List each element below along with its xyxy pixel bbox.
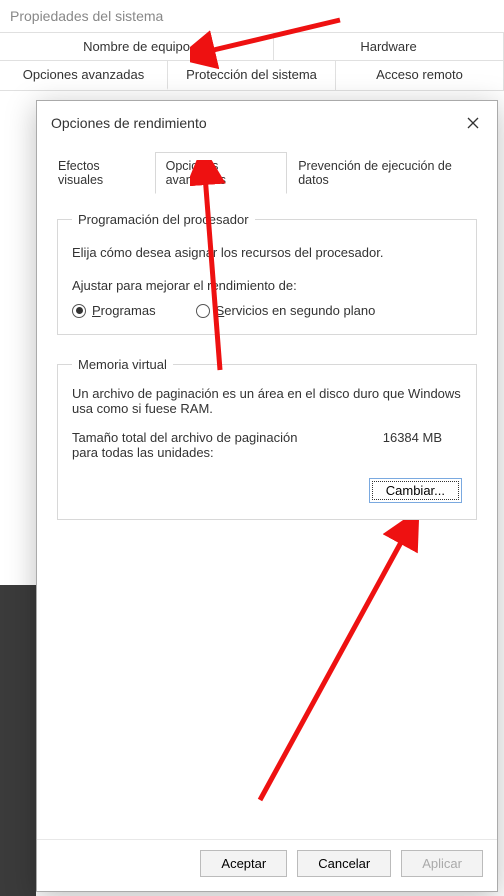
tab-computer-name[interactable]: Nombre de equipo xyxy=(0,33,274,60)
processor-scheduling-group: Programación del procesador Elija cómo d… xyxy=(57,212,477,335)
close-icon xyxy=(467,117,479,129)
radio-icon xyxy=(196,304,210,318)
window-title: Propiedades del sistema xyxy=(0,0,504,32)
vm-size-value: 16384 MB xyxy=(383,430,462,460)
virtual-memory-group: Memoria virtual Un archivo de paginación… xyxy=(57,357,477,520)
tabs-row-1: Nombre de equipo Hardware xyxy=(0,32,504,61)
cancel-button[interactable]: Cancelar xyxy=(297,850,391,877)
radio-icon xyxy=(72,304,86,318)
dialog-titlebar: Opciones de rendimiento xyxy=(37,101,497,143)
dialog-buttons: Aceptar Cancelar Aplicar xyxy=(37,839,497,891)
tab-remote[interactable]: Acceso remoto xyxy=(336,61,504,90)
dialog-title: Opciones de rendimiento xyxy=(51,115,207,131)
ok-button[interactable]: Aceptar xyxy=(200,850,287,877)
vm-desc: Un archivo de paginación es un área en e… xyxy=(72,386,462,416)
change-row: Cambiar... xyxy=(72,478,462,503)
close-button[interactable] xyxy=(461,111,485,135)
processor-radios: Programas Servicios en segundo plano xyxy=(72,303,462,318)
vm-group-legend: Memoria virtual xyxy=(72,357,173,372)
performance-options-dialog: Opciones de rendimiento Efectos visuales… xyxy=(36,100,498,892)
processor-group-legend: Programación del procesador xyxy=(72,212,255,227)
vm-size-row: Tamaño total del archivo de paginación p… xyxy=(72,430,462,460)
tab-dep[interactable]: Prevención de ejecución de datos xyxy=(287,152,487,194)
change-button-label: Cambiar... xyxy=(386,483,445,498)
radio-services-label: Servicios en segundo plano xyxy=(216,303,376,318)
tab-advanced-options[interactable]: Opciones avanzadas xyxy=(155,152,288,194)
tab-hardware[interactable]: Hardware xyxy=(274,33,504,60)
tab-protection[interactable]: Protección del sistema xyxy=(168,61,336,90)
radio-programs-label: Programas xyxy=(92,303,156,318)
background-strip xyxy=(0,585,36,896)
tab-advanced[interactable]: Opciones avanzadas xyxy=(0,61,168,90)
processor-desc: Elija cómo desea asignar los recursos de… xyxy=(72,245,462,260)
tab-visual-effects[interactable]: Efectos visuales xyxy=(47,152,155,194)
tabs-row-2: Opciones avanzadas Protección del sistem… xyxy=(0,61,504,91)
apply-button: Aplicar xyxy=(401,850,483,877)
radio-programs[interactable]: Programas xyxy=(72,303,156,318)
change-button[interactable]: Cambiar... xyxy=(369,478,462,503)
perf-tabs: Efectos visuales Opciones avanzadas Prev… xyxy=(47,151,487,194)
processor-adjust-label: Ajustar para mejorar el rendimiento de: xyxy=(72,278,462,293)
vm-size-label: Tamaño total del archivo de paginación p… xyxy=(72,430,322,460)
radio-services[interactable]: Servicios en segundo plano xyxy=(196,303,376,318)
dialog-content: Programación del procesador Elija cómo d… xyxy=(37,194,497,839)
